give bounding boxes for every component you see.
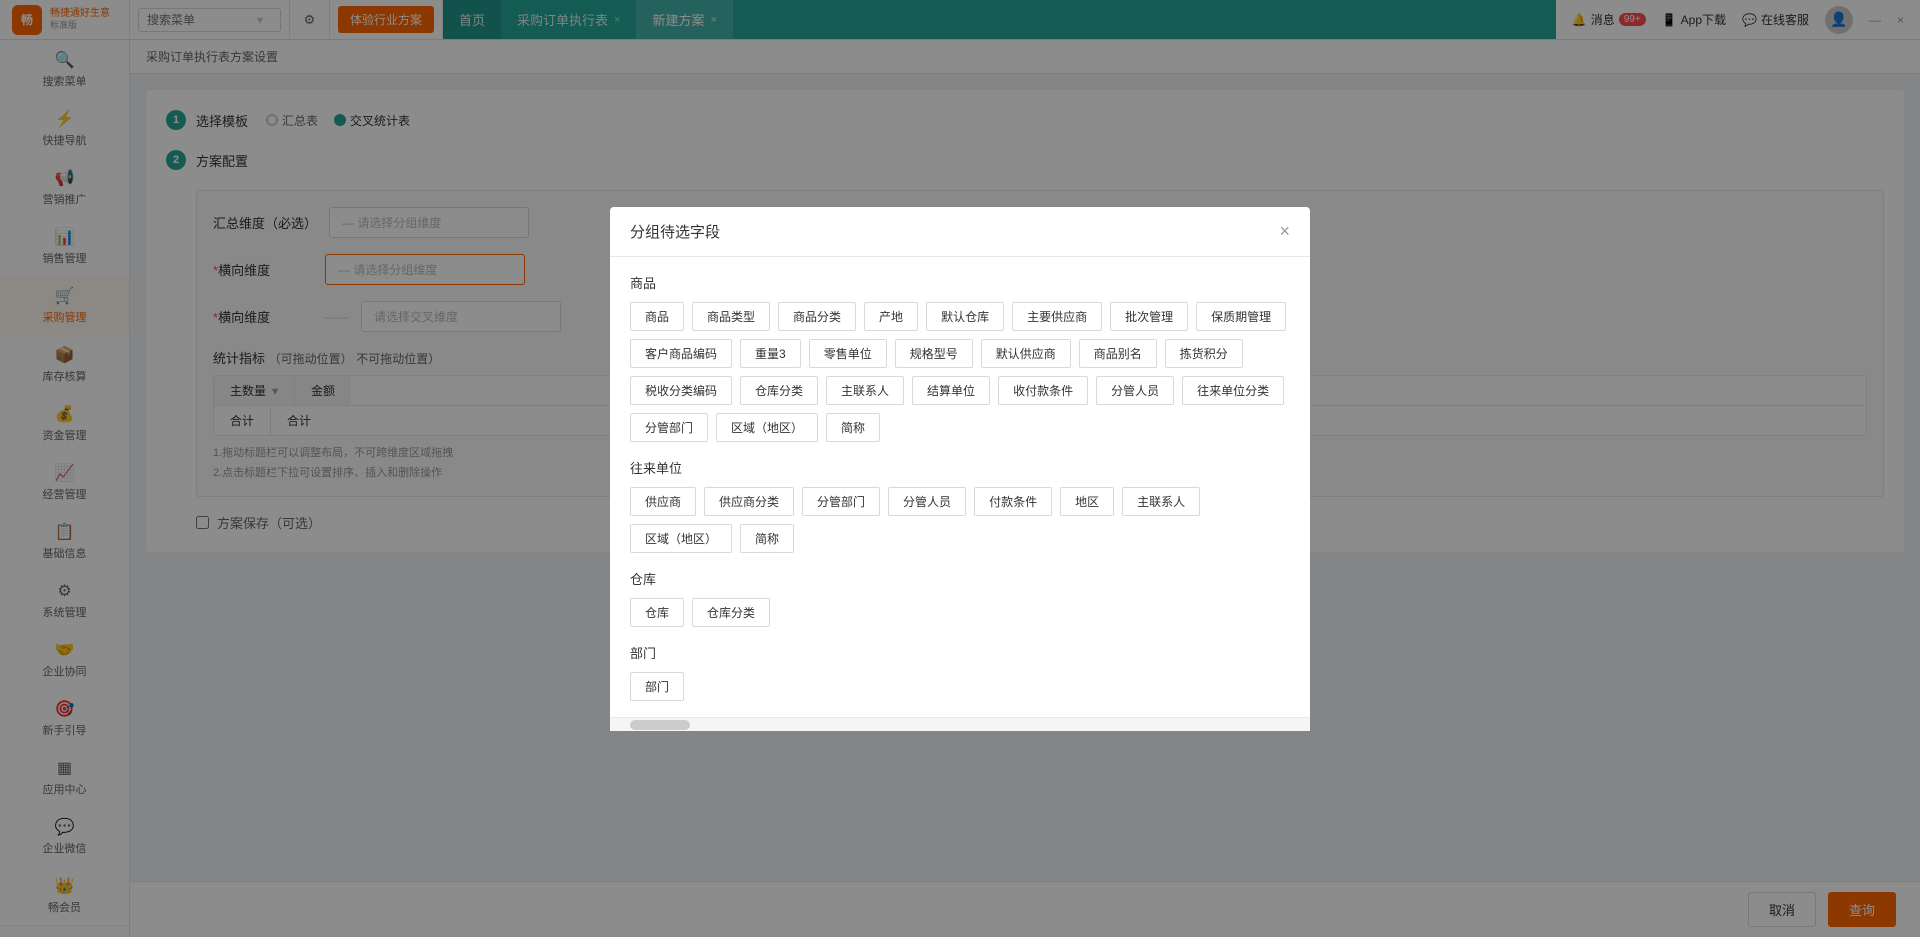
section-counterparty: 往来单位 供应商 供应商分类 分管部门 分管人员 付款条件 地区 主联系人 区域… — [630, 458, 1290, 553]
field-tag[interactable]: 仓库分类 — [740, 376, 818, 405]
field-tag[interactable]: 往来单位分类 — [1182, 376, 1284, 405]
field-tag[interactable]: 结算单位 — [912, 376, 990, 405]
field-tag[interactable]: 默认仓库 — [926, 302, 1004, 331]
field-tag[interactable]: 区域（地区） — [630, 524, 732, 553]
field-tag[interactable]: 简称 — [826, 413, 880, 442]
field-tag[interactable]: 分管部门 — [802, 487, 880, 516]
field-tag[interactable]: 部门 — [630, 672, 684, 701]
field-tag[interactable]: 商品类型 — [692, 302, 770, 331]
modal-body[interactable]: 商品 商品 商品类型 商品分类 产地 默认仓库 主要供应商 批次管理 保质期管理… — [610, 257, 1310, 717]
field-tag[interactable]: 付款条件 — [974, 487, 1052, 516]
section-warehouse-fields: 仓库 仓库分类 — [630, 598, 1290, 627]
field-tag[interactable]: 默认供应商 — [981, 339, 1071, 368]
field-tag[interactable]: 产地 — [864, 302, 918, 331]
field-tag[interactable]: 拣货积分 — [1165, 339, 1243, 368]
section-department-fields: 部门 — [630, 672, 1290, 701]
field-tag[interactable]: 商品别名 — [1079, 339, 1157, 368]
field-tag[interactable]: 仓库 — [630, 598, 684, 627]
field-tag[interactable]: 主联系人 — [1122, 487, 1200, 516]
section-counterparty-fields: 供应商 供应商分类 分管部门 分管人员 付款条件 地区 主联系人 区域（地区） … — [630, 487, 1290, 553]
modal-hscroll[interactable] — [610, 717, 1310, 731]
field-tag[interactable]: 分管人员 — [1096, 376, 1174, 405]
modal-close-btn[interactable]: × — [1279, 222, 1290, 240]
field-tag[interactable]: 仓库分类 — [692, 598, 770, 627]
field-tag[interactable]: 分管部门 — [630, 413, 708, 442]
section-goods: 商品 商品 商品类型 商品分类 产地 默认仓库 主要供应商 批次管理 保质期管理… — [630, 273, 1290, 442]
field-tag[interactable]: 供应商分类 — [704, 487, 794, 516]
field-tag[interactable]: 商品 — [630, 302, 684, 331]
field-tag[interactable]: 主要供应商 — [1012, 302, 1102, 331]
modal-header: 分组待选字段 × — [610, 207, 1310, 257]
field-tag[interactable]: 保质期管理 — [1196, 302, 1286, 331]
field-tag[interactable]: 供应商 — [630, 487, 696, 516]
field-tag[interactable]: 批次管理 — [1110, 302, 1188, 331]
modal-title: 分组待选字段 — [630, 221, 720, 242]
field-tag[interactable]: 主联系人 — [826, 376, 904, 405]
field-tag[interactable]: 简称 — [740, 524, 794, 553]
modal: 分组待选字段 × 商品 商品 商品类型 商品分类 产地 默认仓库 主要供应商 批… — [610, 207, 1310, 731]
section-counterparty-title: 往来单位 — [630, 458, 1290, 477]
field-tag[interactable]: 税收分类编码 — [630, 376, 732, 405]
section-goods-fields: 商品 商品类型 商品分类 产地 默认仓库 主要供应商 批次管理 保质期管理 客户… — [630, 302, 1290, 442]
field-tag[interactable]: 区域（地区） — [716, 413, 818, 442]
section-department-title: 部门 — [630, 643, 1290, 662]
field-tag[interactable]: 规格型号 — [895, 339, 973, 368]
field-tag[interactable]: 商品分类 — [778, 302, 856, 331]
section-department: 部门 部门 — [630, 643, 1290, 701]
modal-overlay: 分组待选字段 × 商品 商品 商品类型 商品分类 产地 默认仓库 主要供应商 批… — [0, 0, 1920, 937]
field-tag[interactable]: 客户商品编码 — [630, 339, 732, 368]
field-tag[interactable]: 重量3 — [740, 339, 801, 368]
field-tag[interactable]: 地区 — [1060, 487, 1114, 516]
section-warehouse: 仓库 仓库 仓库分类 — [630, 569, 1290, 627]
section-goods-title: 商品 — [630, 273, 1290, 292]
field-tag[interactable]: 分管人员 — [888, 487, 966, 516]
section-warehouse-title: 仓库 — [630, 569, 1290, 588]
field-tag[interactable]: 收付款条件 — [998, 376, 1088, 405]
field-tag[interactable]: 零售单位 — [809, 339, 887, 368]
